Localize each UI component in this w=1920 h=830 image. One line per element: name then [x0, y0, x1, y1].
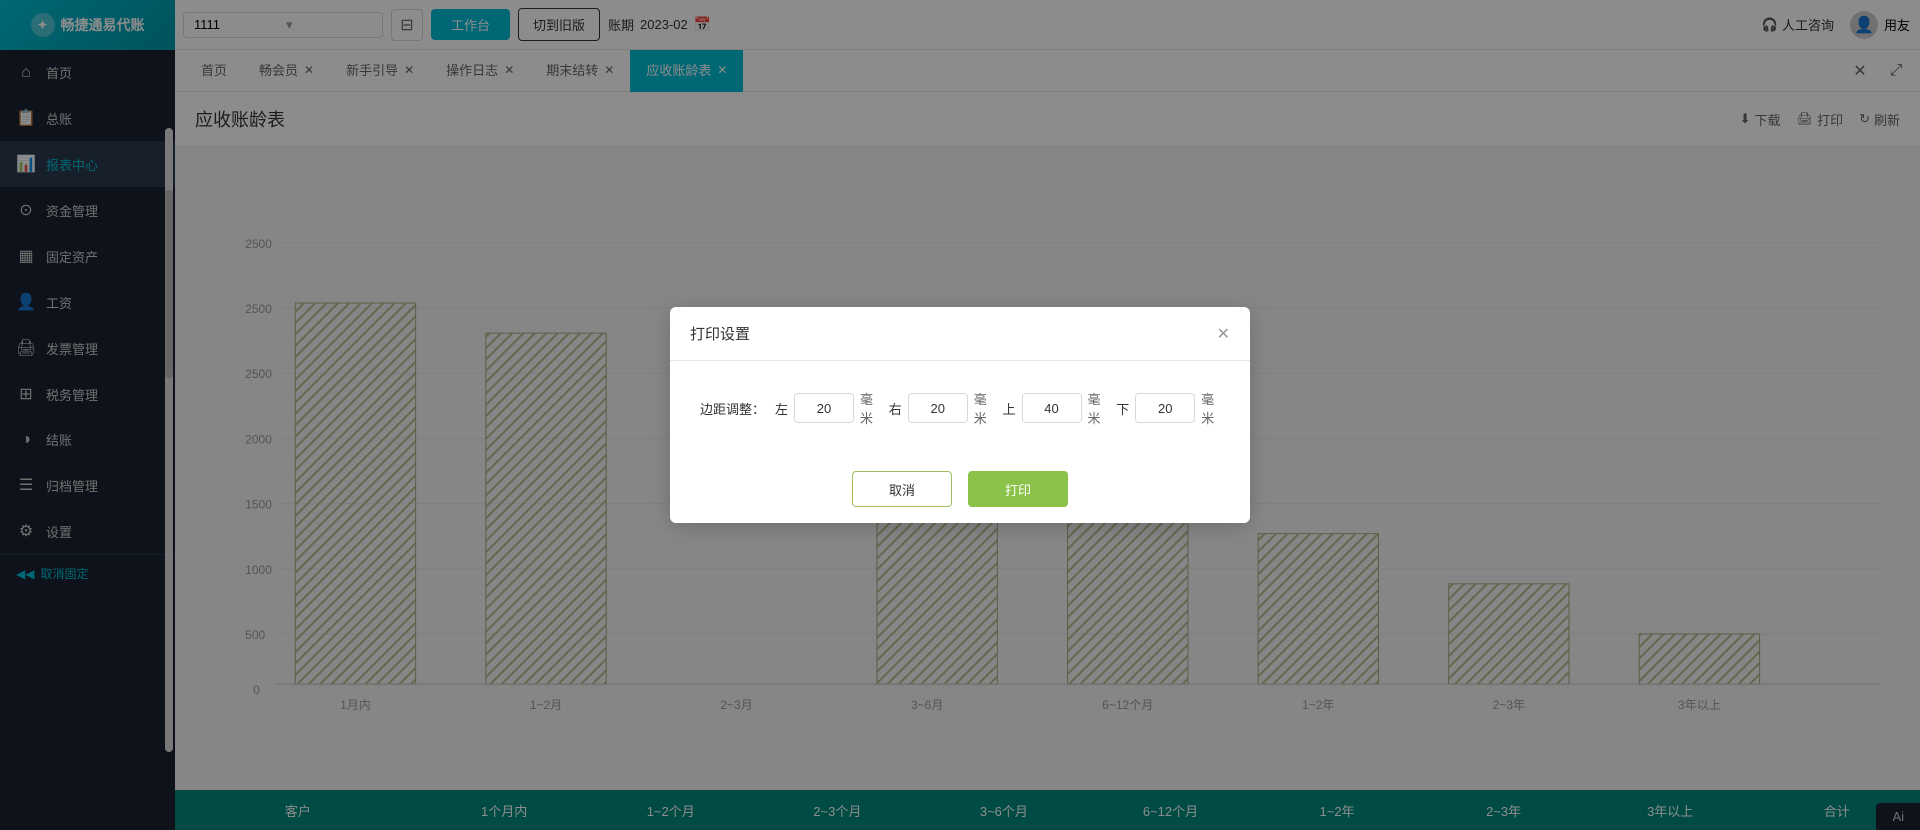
confirm-print-button[interactable]: 打印: [968, 471, 1068, 507]
modal-overlay: 打印设置 ✕ 边距调整： 左 毫米 右 毫米 上 毫米: [0, 0, 1920, 830]
modal-close-button[interactable]: ✕: [1217, 324, 1230, 344]
right-margin-group: 右 毫米: [889, 389, 993, 427]
modal-footer: 取消 打印: [670, 455, 1250, 523]
right-direction-label: 右: [889, 399, 902, 418]
modal-body: 边距调整： 左 毫米 右 毫米 上 毫米 下: [670, 361, 1250, 455]
right-margin-unit: 毫米: [974, 389, 993, 427]
top-margin-group: 上 毫米: [1003, 389, 1107, 427]
modal-title: 打印设置: [690, 323, 750, 344]
modal-header: 打印设置 ✕: [670, 307, 1250, 361]
bottom-margin-unit: 毫米: [1201, 389, 1220, 427]
top-margin-input[interactable]: [1022, 393, 1082, 423]
left-margin-unit: 毫米: [860, 389, 879, 427]
left-margin-group: 左 毫米: [775, 389, 879, 427]
cancel-button[interactable]: 取消: [852, 471, 952, 507]
top-direction-label: 上: [1003, 399, 1016, 418]
margin-label: 边距调整：: [700, 399, 765, 418]
margin-row: 边距调整： 左 毫米 右 毫米 上 毫米 下: [700, 389, 1220, 427]
right-margin-input[interactable]: [908, 393, 968, 423]
print-settings-dialog: 打印设置 ✕ 边距调整： 左 毫米 右 毫米 上 毫米: [670, 307, 1250, 523]
bottom-margin-input[interactable]: [1135, 393, 1195, 423]
left-margin-input[interactable]: [794, 393, 854, 423]
left-direction-label: 左: [775, 399, 788, 418]
bottom-direction-label: 下: [1116, 399, 1129, 418]
bottom-margin-group: 下 毫米: [1116, 389, 1220, 427]
top-margin-unit: 毫米: [1088, 389, 1107, 427]
